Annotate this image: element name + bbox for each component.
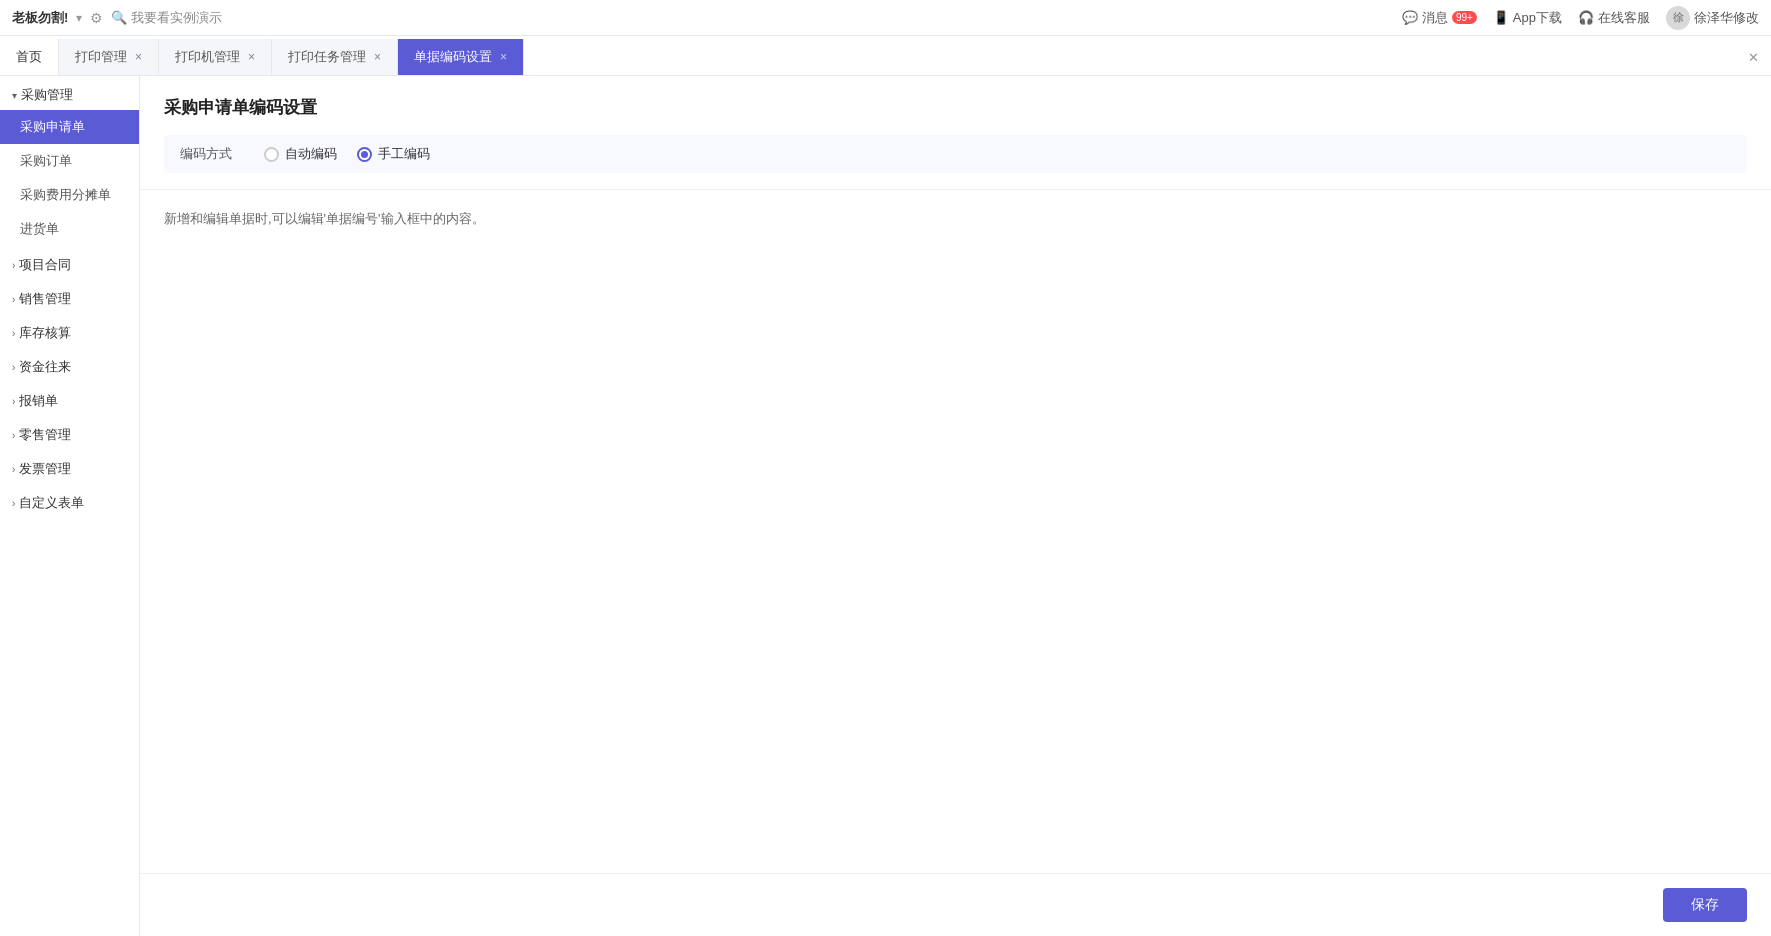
message-icon: 💬	[1402, 10, 1418, 25]
tab-printer-management[interactable]: 打印机管理 ×	[159, 39, 272, 75]
chevron-right-icon: ›	[12, 498, 15, 509]
online-service-button[interactable]: 🎧 在线客服	[1578, 9, 1650, 27]
close-all-icon: ✕	[1748, 50, 1759, 65]
sidebar-group-procurement-label: 采购管理	[21, 86, 73, 104]
chevron-right-icon: ›	[12, 430, 15, 441]
notification-button[interactable]: 💬 消息 99+	[1402, 9, 1477, 27]
search-area[interactable]: 🔍 我要看实例演示	[111, 9, 222, 27]
main-layout: ▾ 采购管理 采购申请单 采购订单 采购费用分摊单 进货单 › 项目合同 ›	[0, 76, 1771, 936]
app-download-label: App下载	[1513, 9, 1562, 27]
content-body: 新增和编辑单据时,可以编辑'单据编号'输入框中的内容。	[140, 190, 1771, 873]
page-title: 采购申请单编码设置	[164, 96, 1747, 119]
tab-single-code-label: 单据编码设置	[414, 48, 492, 66]
sidebar-group-fund-label: 资金往来	[19, 358, 71, 376]
sidebar: ▾ 采购管理 采购申请单 采购订单 采购费用分摊单 进货单 › 项目合同 ›	[0, 76, 140, 936]
search-icon: 🔍	[111, 10, 127, 25]
app-download-button[interactable]: 📱 App下载	[1493, 9, 1562, 27]
tab-printer-management-label: 打印机管理	[175, 48, 240, 66]
headset-icon: 🎧	[1578, 10, 1594, 25]
radio-auto-code[interactable]: 自动编码	[264, 145, 337, 163]
sidebar-group-retail[interactable]: › 零售管理	[0, 416, 139, 450]
radio-group-encoding: 自动编码 手工编码	[264, 145, 430, 163]
sidebar-group-project-label: 项目合同	[19, 256, 71, 274]
sidebar-group-returns[interactable]: › 报销单	[0, 382, 139, 416]
tab-home[interactable]: 首页	[0, 39, 59, 75]
sidebar-group-invoice[interactable]: › 发票管理	[0, 450, 139, 484]
sidebar-group-custom-form-label: 自定义表单	[19, 494, 84, 512]
sidebar-group-returns-label: 报销单	[19, 392, 58, 410]
tab-home-label: 首页	[16, 48, 42, 66]
sidebar-group-procurement[interactable]: ▾ 采购管理	[0, 76, 139, 110]
sidebar-section-procurement: ▾ 采购管理 采购申请单 采购订单 采购费用分摊单 进货单 › 项目合同 ›	[0, 76, 139, 518]
top-bar: 老板勿割! ▾ ⚙ 🔍 我要看实例演示 💬 消息 99+ 📱 App下载 🎧 在…	[0, 0, 1771, 36]
sidebar-item-purchase-expense[interactable]: 采购费用分摊单	[0, 178, 139, 212]
save-button[interactable]: 保存	[1663, 888, 1747, 922]
notification-label: 消息	[1422, 9, 1448, 27]
content-area: 采购申请单编码设置 编码方式 自动编码 手工编码 新增和编辑单据时,可以编辑'单…	[140, 76, 1771, 936]
tab-single-code-setting[interactable]: 单据编码设置 ×	[398, 39, 524, 75]
tab-close-single-code[interactable]: ×	[500, 50, 507, 64]
chevron-right-icon: ›	[12, 328, 15, 339]
sidebar-group-custom-form[interactable]: › 自定义表单	[0, 484, 139, 518]
avatar: 徐	[1666, 6, 1690, 30]
sidebar-item-stock-in[interactable]: 进货单	[0, 212, 139, 246]
sidebar-group-sales-label: 销售管理	[19, 290, 71, 308]
download-icon: 📱	[1493, 10, 1509, 25]
top-bar-right: 💬 消息 99+ 📱 App下载 🎧 在线客服 徐 徐泽华修改	[1402, 6, 1759, 30]
tab-print-management[interactable]: 打印管理 ×	[59, 39, 159, 75]
sidebar-item-purchase-order[interactable]: 采购订单	[0, 144, 139, 178]
tab-close-printer-management[interactable]: ×	[248, 50, 255, 64]
top-bar-left: 老板勿割! ▾ ⚙ 🔍 我要看实例演示	[12, 9, 222, 27]
chevron-right-icon: ›	[12, 362, 15, 373]
sidebar-item-purchase-request[interactable]: 采购申请单	[0, 110, 139, 144]
encoding-mode-label: 编码方式	[180, 145, 240, 163]
hint-text: 新增和编辑单据时,可以编辑'单据编号'输入框中的内容。	[164, 210, 1747, 228]
chevron-right-icon: ›	[12, 396, 15, 407]
username: 徐泽华修改	[1694, 9, 1759, 27]
chevron-right-icon: ›	[12, 464, 15, 475]
app-logo: 老板勿割!	[12, 9, 68, 27]
sidebar-group-inventory[interactable]: › 库存核算	[0, 314, 139, 348]
auto-code-label: 自动编码	[285, 145, 337, 163]
chevron-right-icon: ›	[12, 260, 15, 271]
tab-print-task-management[interactable]: 打印任务管理 ×	[272, 39, 398, 75]
manual-code-label: 手工编码	[378, 145, 430, 163]
search-text: 我要看实例演示	[131, 9, 222, 27]
encoding-mode-row: 编码方式 自动编码 手工编码	[164, 135, 1747, 173]
tab-close-print-management[interactable]: ×	[135, 50, 142, 64]
close-all-tabs-button[interactable]: ✕	[1736, 39, 1771, 75]
user-menu-button[interactable]: 徐 徐泽华修改	[1666, 6, 1759, 30]
content-footer: 保存	[140, 873, 1771, 936]
radio-manual-circle	[357, 147, 372, 162]
content-header: 采购申请单编码设置 编码方式 自动编码 手工编码	[140, 76, 1771, 190]
radio-manual-code[interactable]: 手工编码	[357, 145, 430, 163]
tabs-bar: 首页 打印管理 × 打印机管理 × 打印任务管理 × 单据编码设置 × ✕	[0, 36, 1771, 76]
online-service-label: 在线客服	[1598, 9, 1650, 27]
sidebar-group-project-contract[interactable]: › 项目合同	[0, 246, 139, 280]
chevron-right-icon: ›	[12, 294, 15, 305]
sidebar-group-inventory-label: 库存核算	[19, 324, 71, 342]
gear-icon[interactable]: ⚙	[90, 10, 103, 26]
tab-close-print-task[interactable]: ×	[374, 50, 381, 64]
chevron-down-icon: ▾	[12, 90, 17, 101]
sidebar-group-fund[interactable]: › 资金往来	[0, 348, 139, 382]
notification-badge: 99+	[1452, 11, 1477, 24]
radio-auto-circle	[264, 147, 279, 162]
sidebar-group-sales[interactable]: › 销售管理	[0, 280, 139, 314]
tab-print-task-management-label: 打印任务管理	[288, 48, 366, 66]
chevron-down-icon[interactable]: ▾	[76, 11, 82, 25]
sidebar-group-retail-label: 零售管理	[19, 426, 71, 444]
tab-print-management-label: 打印管理	[75, 48, 127, 66]
sidebar-group-invoice-label: 发票管理	[19, 460, 71, 478]
